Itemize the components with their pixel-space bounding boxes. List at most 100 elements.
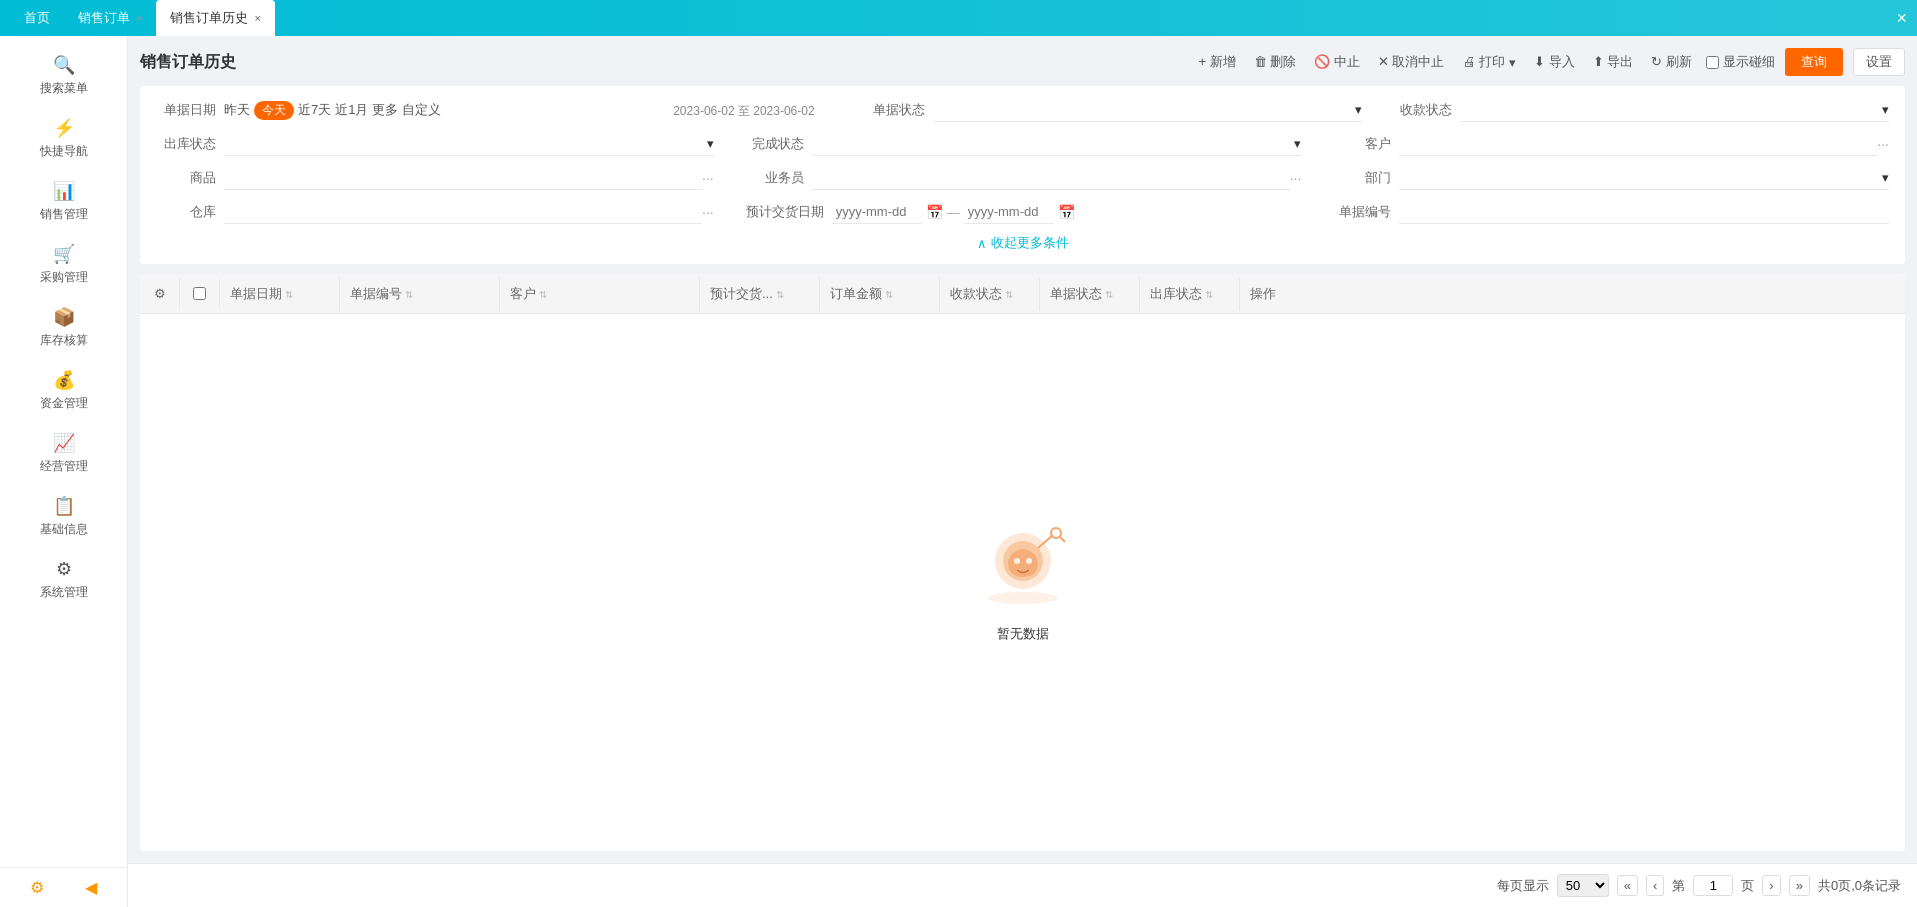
delivery-date-to[interactable]: [964, 200, 1054, 224]
th-customer-sort-icon[interactable]: [539, 286, 547, 301]
th-operation-label: 操作: [1250, 285, 1276, 303]
export-button[interactable]: ⬆ 导出: [1589, 51, 1638, 73]
customer-input[interactable]: [1399, 132, 1877, 156]
filter-customer: 客户 ···: [1331, 132, 1889, 156]
prev-page-button[interactable]: ‹: [1646, 875, 1664, 896]
delete-button[interactable]: 🗑 删除: [1250, 51, 1301, 73]
th-settings[interactable]: ⚙: [140, 278, 180, 309]
th-doc-no-sort-icon[interactable]: [405, 286, 413, 301]
th-doc-status[interactable]: 单据状态: [1040, 277, 1140, 311]
th-delivery-sort-icon[interactable]: [776, 286, 784, 301]
tab-sales-order-history[interactable]: 销售订单历史 ×: [156, 0, 274, 36]
tab-sales-order[interactable]: 销售订单 ×: [64, 0, 156, 36]
sidebar-item-quick-nav[interactable]: ⚡ 快捷导航: [0, 107, 127, 170]
doc-date-label: 单据日期: [156, 101, 216, 119]
th-delivery[interactable]: 预计交货...: [700, 277, 820, 311]
th-amount-sort-icon[interactable]: [885, 286, 893, 301]
content-area: 销售订单历史 + 新增 🗑 删除 🚫 中止 ✕ 取消中止 �: [128, 36, 1917, 907]
th-doc-no[interactable]: 单据编号: [340, 277, 500, 311]
th-out-status-sort-icon[interactable]: [1205, 286, 1213, 301]
sidebar-item-finance[interactable]: 💰 资金管理: [0, 359, 127, 422]
sidebar-item-search-menu[interactable]: 🔍 搜索菜单: [0, 44, 127, 107]
product-input[interactable]: [224, 166, 702, 190]
sidebar-item-sales-mgmt[interactable]: 📊 销售管理: [0, 170, 127, 233]
warehouse-dots[interactable]: ···: [702, 204, 714, 220]
display-cols-checkbox-label[interactable]: 显示碰细: [1706, 53, 1775, 71]
collapse-row[interactable]: ∧ 收起更多条件: [156, 234, 1889, 252]
search-menu-icon: 🔍: [53, 54, 75, 76]
svg-point-6: [1051, 528, 1061, 538]
date-shortcut-1month[interactable]: 近1月: [335, 101, 368, 119]
salesperson-input[interactable]: [812, 166, 1290, 190]
settings-button[interactable]: 设置: [1853, 48, 1905, 76]
page-size-select[interactable]: 50 10 20 100: [1557, 874, 1609, 897]
sidebar-item-operations[interactable]: 📈 经营管理: [0, 422, 127, 485]
sidebar-collapse-icon[interactable]: ◀: [85, 878, 97, 897]
product-dots[interactable]: ···: [702, 170, 714, 186]
th-doc-status-sort-icon[interactable]: [1105, 286, 1113, 301]
query-button[interactable]: 查询: [1785, 48, 1843, 76]
complete-status-select[interactable]: [812, 132, 1302, 156]
salesperson-dots[interactable]: ···: [1290, 170, 1302, 186]
refresh-button[interactable]: ↻ 刷新: [1647, 51, 1696, 73]
date-filter: 昨天 今天 近7天 近1月 更多 自定义: [224, 101, 653, 120]
dept-select[interactable]: [1399, 166, 1889, 190]
window-close-button[interactable]: ×: [1896, 8, 1907, 29]
tab-home[interactable]: 首页: [10, 0, 64, 36]
sidebar-settings-icon[interactable]: ⚙: [30, 878, 44, 897]
select-all-checkbox[interactable]: [193, 287, 206, 300]
th-checkbox[interactable]: [180, 279, 220, 308]
th-doc-status-label: 单据状态: [1050, 285, 1102, 303]
doc-no-input[interactable]: [1399, 200, 1889, 224]
sales-mgmt-icon: 📊: [53, 180, 75, 202]
basic-info-icon: 📋: [53, 495, 75, 517]
date-shortcut-custom[interactable]: 自定义: [402, 101, 441, 119]
sidebar-item-basic-info[interactable]: 📋 基础信息: [0, 485, 127, 548]
delivery-date-from[interactable]: [832, 200, 922, 224]
th-doc-date-sort-icon[interactable]: [285, 286, 293, 301]
add-button[interactable]: + 新增: [1194, 51, 1239, 73]
th-pay-status-sort-icon[interactable]: [1005, 286, 1013, 301]
main-layout: 🔍 搜索菜单 ⚡ 快捷导航 📊 销售管理 🛒 采购管理 📦 库存核算 💰 资金管…: [0, 36, 1917, 907]
delete-label: 🗑 删除: [1254, 53, 1297, 71]
tab-sales-order-close[interactable]: ×: [136, 12, 142, 24]
tab-sales-order-history-close[interactable]: ×: [254, 12, 260, 24]
page-unit-label: 页: [1741, 877, 1754, 895]
sidebar-item-inventory[interactable]: 📦 库存核算: [0, 296, 127, 359]
stop-label: 🚫 中止: [1314, 53, 1360, 71]
date-shortcut-yesterday[interactable]: 昨天: [224, 101, 250, 119]
warehouse-input[interactable]: [224, 200, 702, 224]
last-page-button[interactable]: »: [1789, 875, 1810, 896]
sidebar-item-sys-mgmt-label: 系统管理: [40, 584, 88, 601]
print-dropdown-icon[interactable]: [1509, 55, 1516, 70]
first-page-button[interactable]: «: [1617, 875, 1638, 896]
th-doc-date[interactable]: 单据日期: [220, 277, 340, 311]
delivery-date-to-cal-icon[interactable]: 📅: [1058, 204, 1075, 220]
delivery-date-from-cal-icon[interactable]: 📅: [926, 204, 943, 220]
display-cols-checkbox[interactable]: [1706, 56, 1719, 69]
cancel-stop-button[interactable]: ✕ 取消中止: [1374, 51, 1449, 73]
th-amount[interactable]: 订单金额: [820, 277, 940, 311]
doc-status-select[interactable]: [933, 98, 1362, 122]
customer-dots[interactable]: ···: [1877, 136, 1889, 152]
th-out-status-label: 出库状态: [1150, 285, 1202, 303]
page-number-input[interactable]: [1693, 875, 1733, 896]
sidebar-item-purchase-mgmt[interactable]: 🛒 采购管理: [0, 233, 127, 296]
date-shortcut-today[interactable]: 今天: [254, 101, 294, 120]
date-shortcut-7days[interactable]: 近7天: [298, 101, 331, 119]
th-customer[interactable]: 客户: [500, 277, 700, 311]
settings-gear-icon[interactable]: ⚙: [154, 286, 166, 301]
out-status-select[interactable]: [224, 132, 714, 156]
th-pay-status[interactable]: 收款状态: [940, 277, 1040, 311]
out-status-label: 出库状态: [156, 135, 216, 153]
print-button[interactable]: 🖨 打印: [1459, 51, 1521, 73]
th-out-status[interactable]: 出库状态: [1140, 277, 1240, 311]
import-button[interactable]: ⬇ 导入: [1530, 51, 1579, 73]
sidebar-item-sys-mgmt[interactable]: ⚙ 系统管理: [0, 548, 127, 611]
date-shortcut-more[interactable]: 更多: [372, 101, 398, 119]
stop-button[interactable]: 🚫 中止: [1310, 51, 1364, 73]
next-page-button[interactable]: ›: [1762, 875, 1780, 896]
pay-status-select[interactable]: [1460, 98, 1889, 122]
table-card: ⚙ 单据日期 单据编号 客户: [140, 274, 1905, 851]
filter-row-1: 单据日期 昨天 今天 近7天 近1月 更多 自定义 2: [156, 98, 1889, 122]
